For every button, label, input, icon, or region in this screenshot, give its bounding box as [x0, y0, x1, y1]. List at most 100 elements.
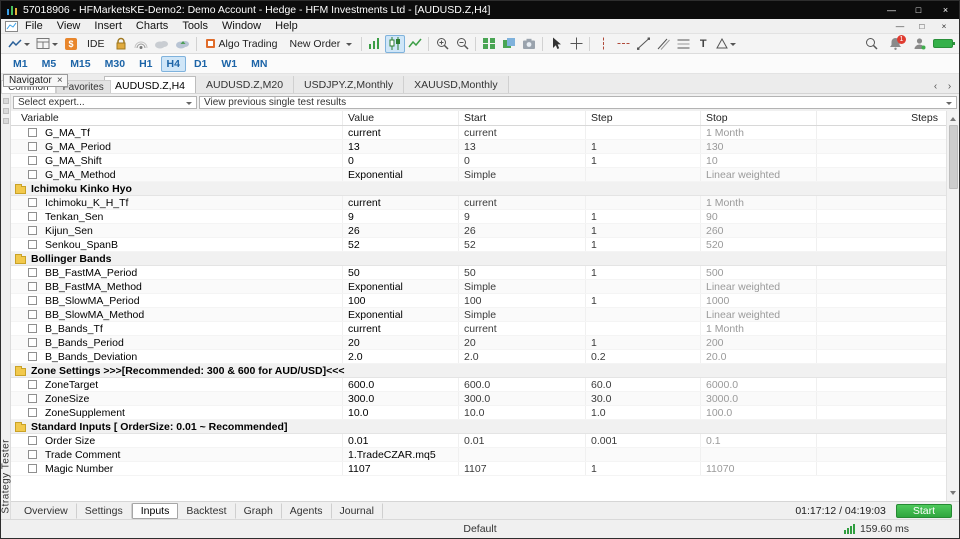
strategy-tester-label[interactable]: Strategy Tester: [0, 439, 11, 514]
value-cell[interactable]: 0: [343, 154, 459, 167]
line-chart-button[interactable]: [405, 35, 425, 53]
timeframe-button-m1[interactable]: M1: [7, 56, 34, 72]
tester-tab-overview[interactable]: Overview: [16, 502, 77, 519]
timeframe-button-m5[interactable]: M5: [36, 56, 63, 72]
screenshot-button[interactable]: [519, 35, 539, 53]
value-cell[interactable]: 600.0: [343, 378, 459, 391]
tester-tab-journal[interactable]: Journal: [332, 502, 383, 519]
new-order-button[interactable]: New Order: [283, 35, 358, 53]
input-row[interactable]: Trade Comment 1.TradeCZAR.mq5: [11, 448, 946, 462]
steps-cell[interactable]: [817, 448, 946, 461]
chart-profiles-button[interactable]: [33, 35, 61, 53]
input-row[interactable]: Tenkan_Sen 9 9 1 90: [11, 210, 946, 224]
start-cell[interactable]: 300.0: [459, 392, 586, 405]
start-cell[interactable]: current: [459, 196, 586, 209]
start-cell[interactable]: 52: [459, 238, 586, 251]
optimize-checkbox[interactable]: [28, 170, 37, 179]
start-cell[interactable]: [459, 448, 586, 461]
value-cell[interactable]: 26: [343, 224, 459, 237]
step-cell[interactable]: [586, 196, 701, 209]
table-scrollbar[interactable]: [946, 111, 959, 501]
step-cell[interactable]: 1: [586, 336, 701, 349]
stop-cell[interactable]: 6000.0: [701, 378, 817, 391]
timeframe-button-m30[interactable]: M30: [99, 56, 131, 72]
value-cell[interactable]: Exponential: [343, 168, 459, 181]
fibonacci-tool[interactable]: [673, 35, 693, 53]
optimize-checkbox[interactable]: [28, 156, 37, 165]
column-header-stop[interactable]: Stop: [701, 111, 817, 125]
menu-item-tools[interactable]: Tools: [175, 20, 215, 32]
mql5-services-icon[interactable]: $: [61, 35, 81, 53]
panel-icon[interactable]: [2, 108, 9, 114]
start-cell[interactable]: 0: [459, 154, 586, 167]
algo-trading-button[interactable]: Algo Trading: [200, 35, 284, 53]
value-cell[interactable]: current: [343, 196, 459, 209]
optimize-checkbox[interactable]: [28, 324, 37, 333]
child-close-button[interactable]: ×: [933, 21, 955, 31]
menu-item-view[interactable]: View: [50, 20, 88, 32]
vertical-line-tool[interactable]: [593, 35, 613, 53]
value-cell[interactable]: 50: [343, 266, 459, 279]
input-row[interactable]: G_MA_Shift 0 0 1 10: [11, 154, 946, 168]
chart-tab-1[interactable]: AUDUSD.Z,M20: [196, 76, 295, 93]
start-cell[interactable]: Simple: [459, 308, 586, 321]
optimize-checkbox[interactable]: [28, 128, 37, 137]
start-cell[interactable]: 20: [459, 336, 586, 349]
group-row[interactable]: Ichimoku Kinko Hyo: [11, 182, 946, 196]
step-cell[interactable]: 1: [586, 462, 701, 475]
optimize-checkbox[interactable]: [28, 436, 37, 445]
optimize-checkbox[interactable]: [28, 408, 37, 417]
menu-item-insert[interactable]: Insert: [87, 20, 129, 32]
steps-cell[interactable]: [817, 406, 946, 419]
value-cell[interactable]: Exponential: [343, 280, 459, 293]
stop-cell[interactable]: 200: [701, 336, 817, 349]
results-select[interactable]: View previous single test results: [199, 96, 957, 109]
start-cell[interactable]: current: [459, 126, 586, 139]
start-cell[interactable]: 10.0: [459, 406, 586, 419]
menu-item-window[interactable]: Window: [215, 20, 268, 32]
optimize-checkbox[interactable]: [28, 352, 37, 361]
optimize-checkbox[interactable]: [28, 394, 37, 403]
text-tool[interactable]: T: [693, 35, 713, 53]
notifications-bell-icon[interactable]: 1: [885, 34, 906, 53]
channel-tool[interactable]: [653, 35, 673, 53]
stop-cell[interactable]: 20.0: [701, 350, 817, 363]
maximize-button[interactable]: □: [905, 1, 932, 19]
input-row[interactable]: BB_SlowMA_Period 100 100 1 1000: [11, 294, 946, 308]
value-cell[interactable]: current: [343, 322, 459, 335]
step-cell[interactable]: 60.0: [586, 378, 701, 391]
column-header-steps[interactable]: Steps: [817, 111, 946, 125]
timeframe-button-h1[interactable]: H1: [133, 56, 158, 72]
optimize-checkbox[interactable]: [28, 296, 37, 305]
group-row[interactable]: Bollinger Bands: [11, 252, 946, 266]
menu-item-help[interactable]: Help: [268, 20, 305, 32]
input-row[interactable]: B_Bands_Deviation 2.0 2.0 0.2 20.0: [11, 350, 946, 364]
close-icon[interactable]: ×: [57, 75, 63, 86]
tester-tab-inputs[interactable]: Inputs: [131, 502, 179, 519]
stop-cell[interactable]: [701, 448, 817, 461]
step-cell[interactable]: 1: [586, 238, 701, 251]
input-row[interactable]: ZoneSize 300.0 300.0 30.0 3000.0: [11, 392, 946, 406]
optimize-checkbox[interactable]: [28, 268, 37, 277]
step-cell[interactable]: 1: [586, 154, 701, 167]
input-row[interactable]: G_MA_Tf current current 1 Month: [11, 126, 946, 140]
group-row[interactable]: Standard Inputs [ OrderSize: 0.01 ~ Reco…: [11, 420, 946, 434]
step-cell[interactable]: [586, 448, 701, 461]
input-row[interactable]: BB_FastMA_Period 50 50 1 500: [11, 266, 946, 280]
crosshair-tool-button[interactable]: [566, 35, 586, 53]
menu-item-file[interactable]: File: [18, 20, 50, 32]
cloud-upload-icon[interactable]: [172, 35, 193, 53]
value-cell[interactable]: 1107: [343, 462, 459, 475]
start-cell[interactable]: 9: [459, 210, 586, 223]
start-cell[interactable]: 0.01: [459, 434, 586, 447]
steps-cell[interactable]: [817, 126, 946, 139]
stop-cell[interactable]: 1000: [701, 294, 817, 307]
steps-cell[interactable]: [817, 280, 946, 293]
timeframe-button-h4[interactable]: H4: [160, 55, 186, 72]
start-cell[interactable]: current: [459, 322, 586, 335]
step-cell[interactable]: 0.2: [586, 350, 701, 363]
shapes-tool[interactable]: [713, 35, 739, 53]
column-header-value[interactable]: Value: [343, 111, 459, 125]
value-cell[interactable]: 100: [343, 294, 459, 307]
child-restore-button[interactable]: □: [911, 21, 933, 31]
